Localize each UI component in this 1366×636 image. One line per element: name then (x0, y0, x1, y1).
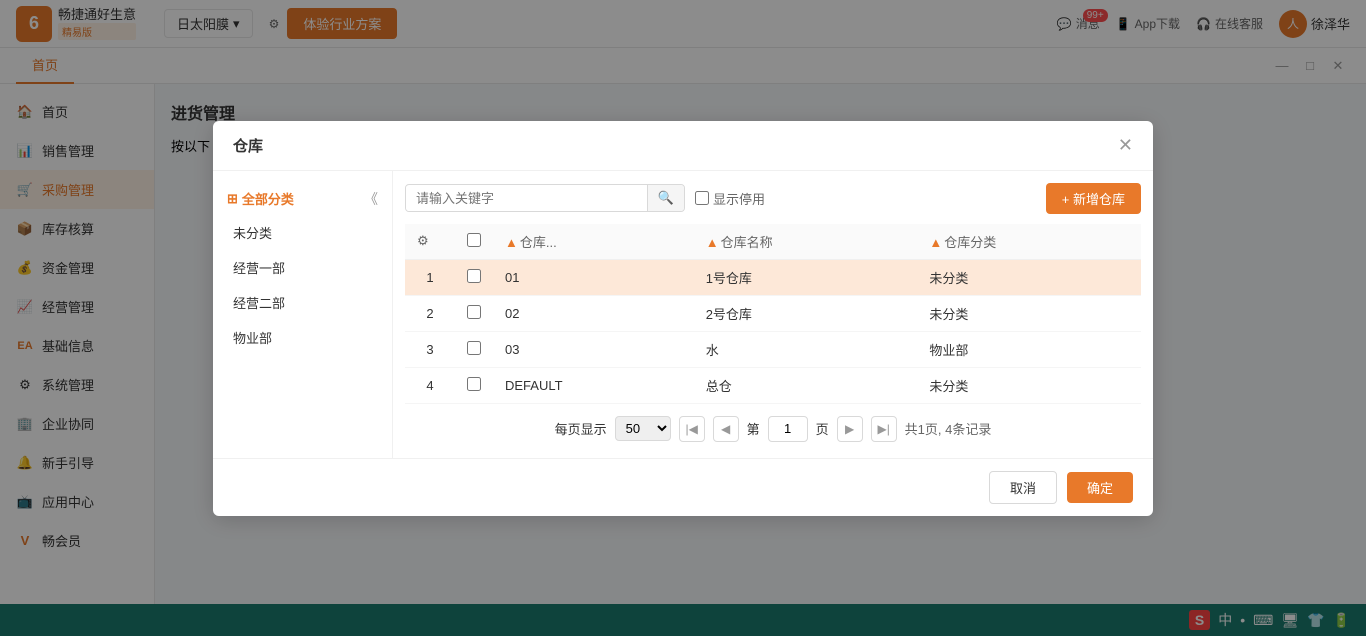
row-code: 02 (493, 295, 694, 331)
page-number-input[interactable] (768, 416, 808, 442)
search-btn[interactable]: 🔍 (647, 185, 684, 211)
row-code: 03 (493, 331, 694, 367)
cat-item-dept2[interactable]: 经营二部 (213, 285, 392, 320)
table-head: ⚙ ▲仓库... ▲仓库名称 ▲仓库分类 (405, 224, 1141, 260)
row-num: 3 (405, 331, 455, 367)
prev-page-btn[interactable]: ◀ (713, 416, 739, 442)
add-warehouse-btn[interactable]: + 新增仓库 (1046, 183, 1141, 214)
confirm-btn[interactable]: 确定 (1067, 472, 1133, 503)
th-settings[interactable]: ⚙ (405, 224, 455, 260)
page-label: 第 (747, 419, 760, 438)
table-header-row: ⚙ ▲仓库... ▲仓库名称 ▲仓库分类 (405, 224, 1141, 260)
select-all-checkbox[interactable] (467, 233, 481, 247)
modal-header: 仓库 ✕ (213, 121, 1153, 171)
modal-title: 仓库 (233, 135, 263, 156)
row-check[interactable] (455, 259, 493, 295)
search-input[interactable] (406, 186, 647, 211)
row-name: 1号仓库 (694, 259, 918, 295)
row-name: 2号仓库 (694, 295, 918, 331)
grid-icon: ⊞ (227, 191, 238, 207)
row-num: 4 (405, 367, 455, 403)
modal-body: ⊞ 全部分类 《 未分类 经营一部 经营二部 物业部 🔍 (213, 171, 1153, 458)
cancel-btn[interactable]: 取消 (989, 471, 1057, 504)
page-size-select[interactable]: 50 100 (615, 416, 671, 441)
cat-item-unclassified[interactable]: 未分类 (213, 215, 392, 250)
warehouse-modal: 仓库 ✕ ⊞ 全部分类 《 未分类 经营一部 经营二部 物业部 (213, 121, 1153, 516)
row-num: 1 (405, 259, 455, 295)
table-toolbar: 🔍 显示停用 + 新增仓库 (405, 183, 1141, 214)
th-category[interactable]: ▲仓库分类 (917, 224, 1141, 260)
row-name: 总仓 (694, 367, 918, 403)
table-container: ⚙ ▲仓库... ▲仓库名称 ▲仓库分类 1 01 (405, 224, 1141, 404)
modal-footer: 取消 确定 (213, 458, 1153, 516)
th-code[interactable]: ▲仓库... (493, 224, 694, 260)
show-disabled-checkbox[interactable] (695, 191, 709, 205)
row-category: 未分类 (917, 259, 1141, 295)
category-header: ⊞ 全部分类 《 (213, 183, 392, 215)
row-category: 未分类 (917, 367, 1141, 403)
table-row[interactable]: 3 03 水 物业部 (405, 331, 1141, 367)
pagination: 每页显示 50 100 |◀ ◀ 第 页 ▶ ▶| 共1页, 4条记录 (405, 404, 1141, 446)
table-area: 🔍 显示停用 + 新增仓库 ⚙ (393, 171, 1153, 458)
th-check (455, 224, 493, 260)
category-sidebar: ⊞ 全部分类 《 未分类 经营一部 经营二部 物业部 (213, 171, 393, 458)
table-row[interactable]: 4 DEFAULT 总仓 未分类 (405, 367, 1141, 403)
cat-item-property[interactable]: 物业部 (213, 320, 392, 355)
category-all-label: 全部分类 (242, 189, 294, 208)
show-disabled-label: 显示停用 (713, 189, 765, 208)
next-page-btn[interactable]: ▶ (837, 416, 863, 442)
show-disabled: 显示停用 (695, 189, 765, 208)
modal-overlay: 仓库 ✕ ⊞ 全部分类 《 未分类 经营一部 经营二部 物业部 (0, 0, 1366, 636)
table-row[interactable]: 1 01 1号仓库 未分类 (405, 259, 1141, 295)
search-box: 🔍 (405, 184, 685, 212)
row-category: 未分类 (917, 295, 1141, 331)
per-page-label: 每页显示 (555, 419, 607, 438)
modal-close-btn[interactable]: ✕ (1118, 136, 1133, 154)
row-check[interactable] (455, 331, 493, 367)
page-total: 共1页, 4条记录 (905, 419, 992, 438)
warehouse-table: ⚙ ▲仓库... ▲仓库名称 ▲仓库分类 1 01 (405, 224, 1141, 404)
collapse-icon[interactable]: 《 (364, 189, 378, 209)
category-all-title[interactable]: ⊞ 全部分类 (227, 189, 294, 208)
first-page-btn[interactable]: |◀ (679, 416, 705, 442)
th-name[interactable]: ▲仓库名称 (694, 224, 918, 260)
row-num: 2 (405, 295, 455, 331)
page-suffix: 页 (816, 419, 829, 438)
row-check[interactable] (455, 367, 493, 403)
cat-item-dept1[interactable]: 经营一部 (213, 250, 392, 285)
row-code: 01 (493, 259, 694, 295)
row-category: 物业部 (917, 331, 1141, 367)
table-row[interactable]: 2 02 2号仓库 未分类 (405, 295, 1141, 331)
row-code: DEFAULT (493, 367, 694, 403)
row-name: 水 (694, 331, 918, 367)
row-check[interactable] (455, 295, 493, 331)
last-page-btn[interactable]: ▶| (871, 416, 897, 442)
table-body: 1 01 1号仓库 未分类 2 02 2号仓库 未分类 3 03 水 物业部 4… (405, 259, 1141, 403)
